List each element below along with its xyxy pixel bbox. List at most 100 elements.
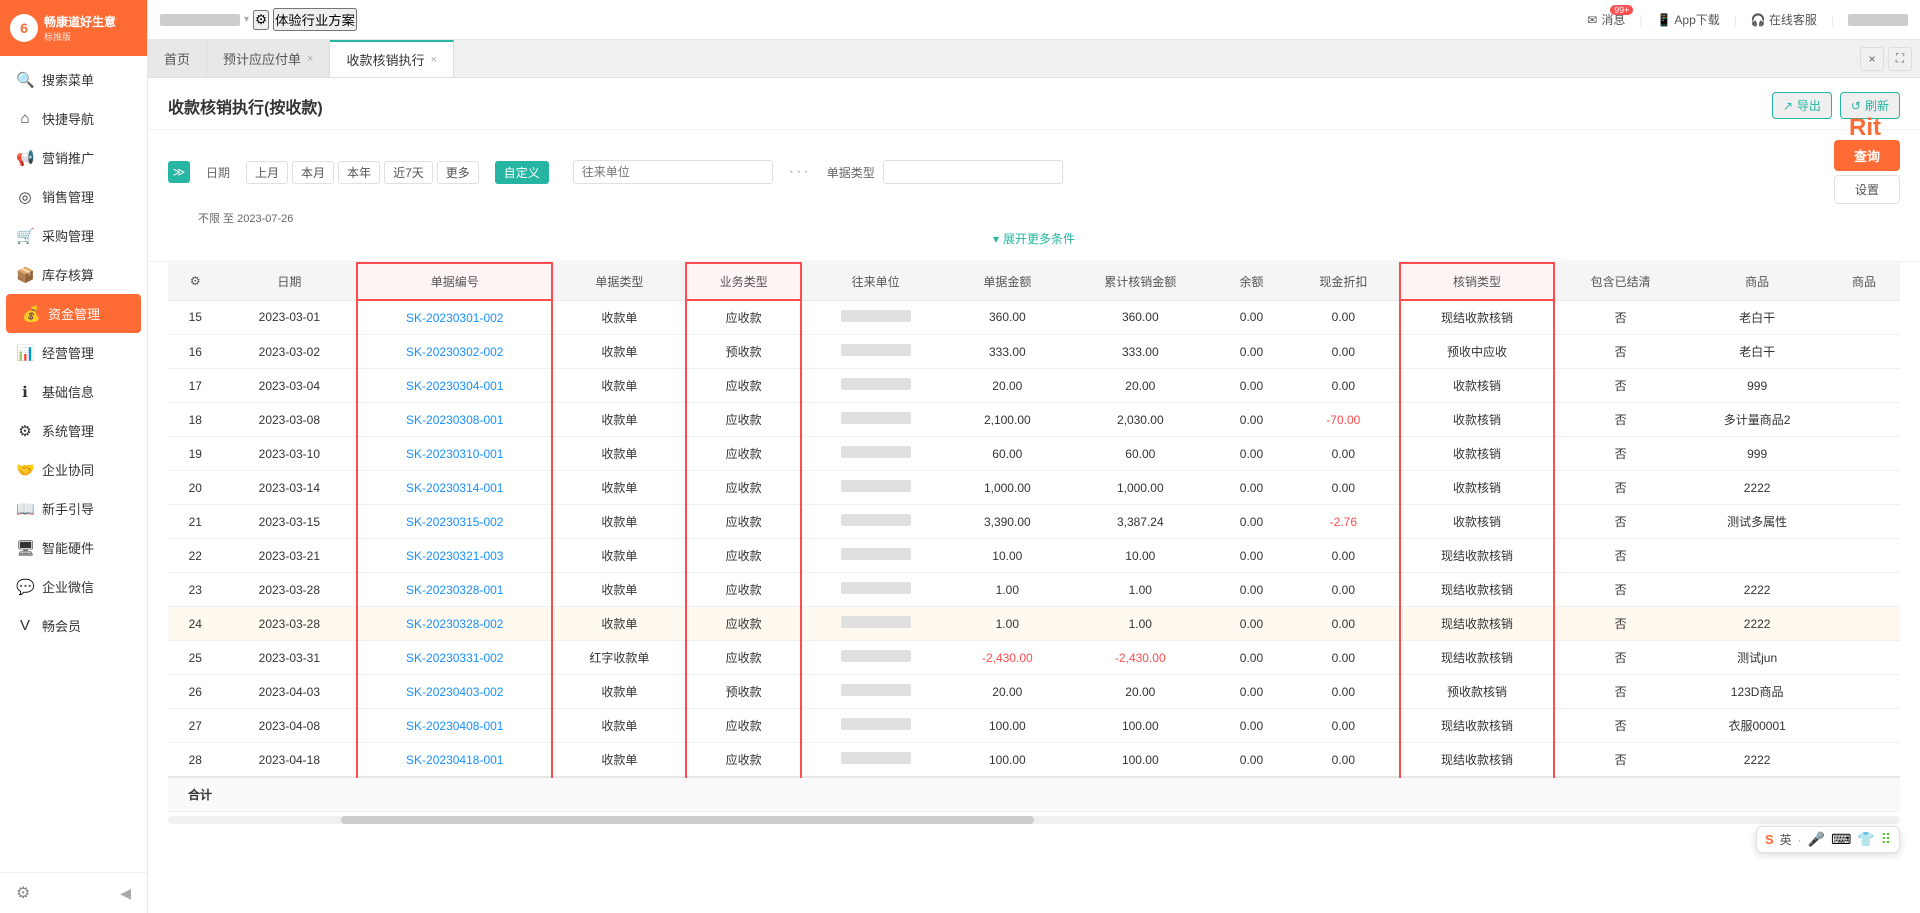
doc-link[interactable]: SK-20230314-001 [406,481,503,495]
cell-docno: SK-20230315-002 [357,505,552,539]
industry-button[interactable]: 体验行业方案 [273,8,357,31]
cell-canceltype: 现结收款核销 [1400,709,1554,743]
phone-icon: 📱 [1656,13,1671,27]
sidebar-icon-inventory: 📦 [16,266,34,284]
cell-discount: 0.00 [1287,471,1400,505]
divider2: | [1734,13,1737,27]
app-download-link[interactable]: 📱 App下载 [1656,11,1719,28]
doc-link[interactable]: SK-20230403-002 [406,685,503,699]
export-button[interactable]: ↗ 导出 [1772,92,1832,119]
table-row: 20 2023-03-14 SK-20230314-001 收款单 应收款 1,… [168,471,1900,505]
cell-amount: 1.00 [950,573,1066,607]
date-btn-4[interactable]: 更多 [437,161,479,184]
cell-included: 否 [1554,300,1686,335]
tab-receipt[interactable]: 收款核销执行× [330,40,453,77]
cell-discount: -70.00 [1287,403,1400,437]
tab-pending[interactable]: 预计应应付单× [207,40,330,77]
cell-included: 否 [1554,335,1686,369]
th-config[interactable]: ⚙ [168,263,223,300]
collapse-icon[interactable]: ◀ [120,885,131,902]
sidebar-item-marketing[interactable]: 📢营销推广 [0,138,147,177]
sidebar-item-system[interactable]: ⚙系统管理 [0,411,147,450]
sidebar-item-member[interactable]: V畅会员 [0,606,147,645]
tab-close-button[interactable]: × [1860,47,1884,71]
doc-link[interactable]: SK-20230321-003 [406,549,503,563]
doc-link[interactable]: SK-20230418-001 [406,753,503,767]
online-support-link[interactable]: 🎧 在线客服 [1751,11,1817,28]
gear-button[interactable]: ⚙ [253,10,269,30]
cell-amount: 1,000.00 [950,471,1066,505]
date-btn-0[interactable]: 上月 [246,161,288,184]
table-row: 17 2023-03-04 SK-20230304-001 收款单 应收款 20… [168,369,1900,403]
tab-close-receipt[interactable]: × [430,54,436,66]
divider1: | [1639,13,1642,27]
sidebar-item-operations[interactable]: 📊经营管理 [0,333,147,372]
doc-link[interactable]: SK-20230328-002 [406,617,503,631]
doc-link[interactable]: SK-20230408-001 [406,719,503,733]
cell-goods2 [1828,369,1900,403]
ime-grid-icon[interactable]: ⌨ [1831,831,1851,848]
sidebar-label-marketing: 营销推广 [42,148,94,167]
filter-settings-button[interactable]: 设置 [1834,175,1900,204]
sidebar-label-finance: 资金管理 [48,304,100,323]
filter-area: ≫ 日期 上月本月本年近7天更多 自定义 ··· 单据类型 查询 设置 [148,130,1920,262]
sidebar-item-corp[interactable]: 🤝企业协同 [0,450,147,489]
doc-link[interactable]: SK-20230308-001 [406,413,503,427]
cell-canceltype: 预收款核销 [1400,675,1554,709]
cell-discount: 0.00 [1287,573,1400,607]
doc-link[interactable]: SK-20230302-002 [406,345,503,359]
sidebar-item-purchase[interactable]: 🛒采购管理 [0,216,147,255]
messages-area[interactable]: ✉ 消息 99+ [1587,11,1625,28]
date-custom-button[interactable]: 自定义 [495,161,549,184]
doc-link[interactable]: SK-20230310-001 [406,447,503,461]
cell-date: 2023-03-01 [223,300,358,335]
doc-link[interactable]: SK-20230301-002 [406,311,503,325]
cell-included: 否 [1554,471,1686,505]
sidebar-item-sales[interactable]: ◎销售管理 [0,177,147,216]
tab-home[interactable]: 首页 [148,40,207,77]
cell-canceltype: 收款核销 [1400,403,1554,437]
sidebar-item-inventory[interactable]: 📦库存核算 [0,255,147,294]
doc-link[interactable]: SK-20230331-002 [406,651,503,665]
cell-amount: 20.00 [950,369,1066,403]
doc-link[interactable]: SK-20230304-001 [406,379,503,393]
divider3: | [1831,13,1834,27]
unit-input[interactable] [573,160,773,184]
ime-mic-icon[interactable]: 🎤 [1808,831,1825,848]
type-filter-select[interactable] [883,160,1063,184]
date-btn-3[interactable]: 近7天 [384,161,433,184]
tab-close-pending[interactable]: × [307,53,313,65]
sidebar-item-basic[interactable]: ℹ基础信息 [0,372,147,411]
cell-accum: 20.00 [1065,369,1215,403]
table-scrollbar[interactable] [168,816,1900,824]
ime-shirt-icon[interactable]: 👕 [1857,831,1874,848]
query-button[interactable]: 查询 [1834,140,1900,171]
date-btn-2[interactable]: 本年 [338,161,380,184]
cell-canceltype: 收款核销 [1400,505,1554,539]
sidebar-item-wechat[interactable]: 💬企业微信 [0,567,147,606]
cell-accum: 360.00 [1065,300,1215,335]
date-btn-1[interactable]: 本月 [292,161,334,184]
sidebar-item-hardware[interactable]: 🖥智能硬件 [0,528,147,567]
sidebar-item-quicknav[interactable]: ⌂快捷导航 [0,99,147,138]
cell-date: 2023-03-31 [223,641,358,675]
cell-goods2 [1828,743,1900,778]
total-label: 合计 [168,777,1900,812]
expand-more-button[interactable]: ▾ 展开更多条件 [993,230,1075,247]
filter-expand-button[interactable]: ≫ [168,161,190,183]
doc-link[interactable]: SK-20230315-002 [406,515,503,529]
cell-goods1: 2222 [1686,471,1828,505]
doc-link[interactable]: SK-20230328-001 [406,583,503,597]
tab-fullscreen-button[interactable]: ⛶ [1888,47,1912,71]
app-download-label: App下载 [1674,11,1719,28]
sidebar-item-guide[interactable]: 📖新手引导 [0,489,147,528]
cell-amount: 60.00 [950,437,1066,471]
sidebar-item-finance[interactable]: 💰资金管理 [6,294,141,333]
settings-icon[interactable]: ⚙ [16,883,30,903]
sidebar-item-search[interactable]: 🔍搜索菜单 [0,60,147,99]
sidebar-label-guide: 新手引导 [42,499,94,518]
cell-seq: 24 [168,607,223,641]
cell-docno: SK-20230304-001 [357,369,552,403]
sidebar: 6 畅康道好生意 标推版 🔍搜索菜单⌂快捷导航📢营销推广◎销售管理🛒采购管理📦库… [0,0,148,913]
ime-more-icon[interactable]: ⠿ [1881,831,1891,848]
